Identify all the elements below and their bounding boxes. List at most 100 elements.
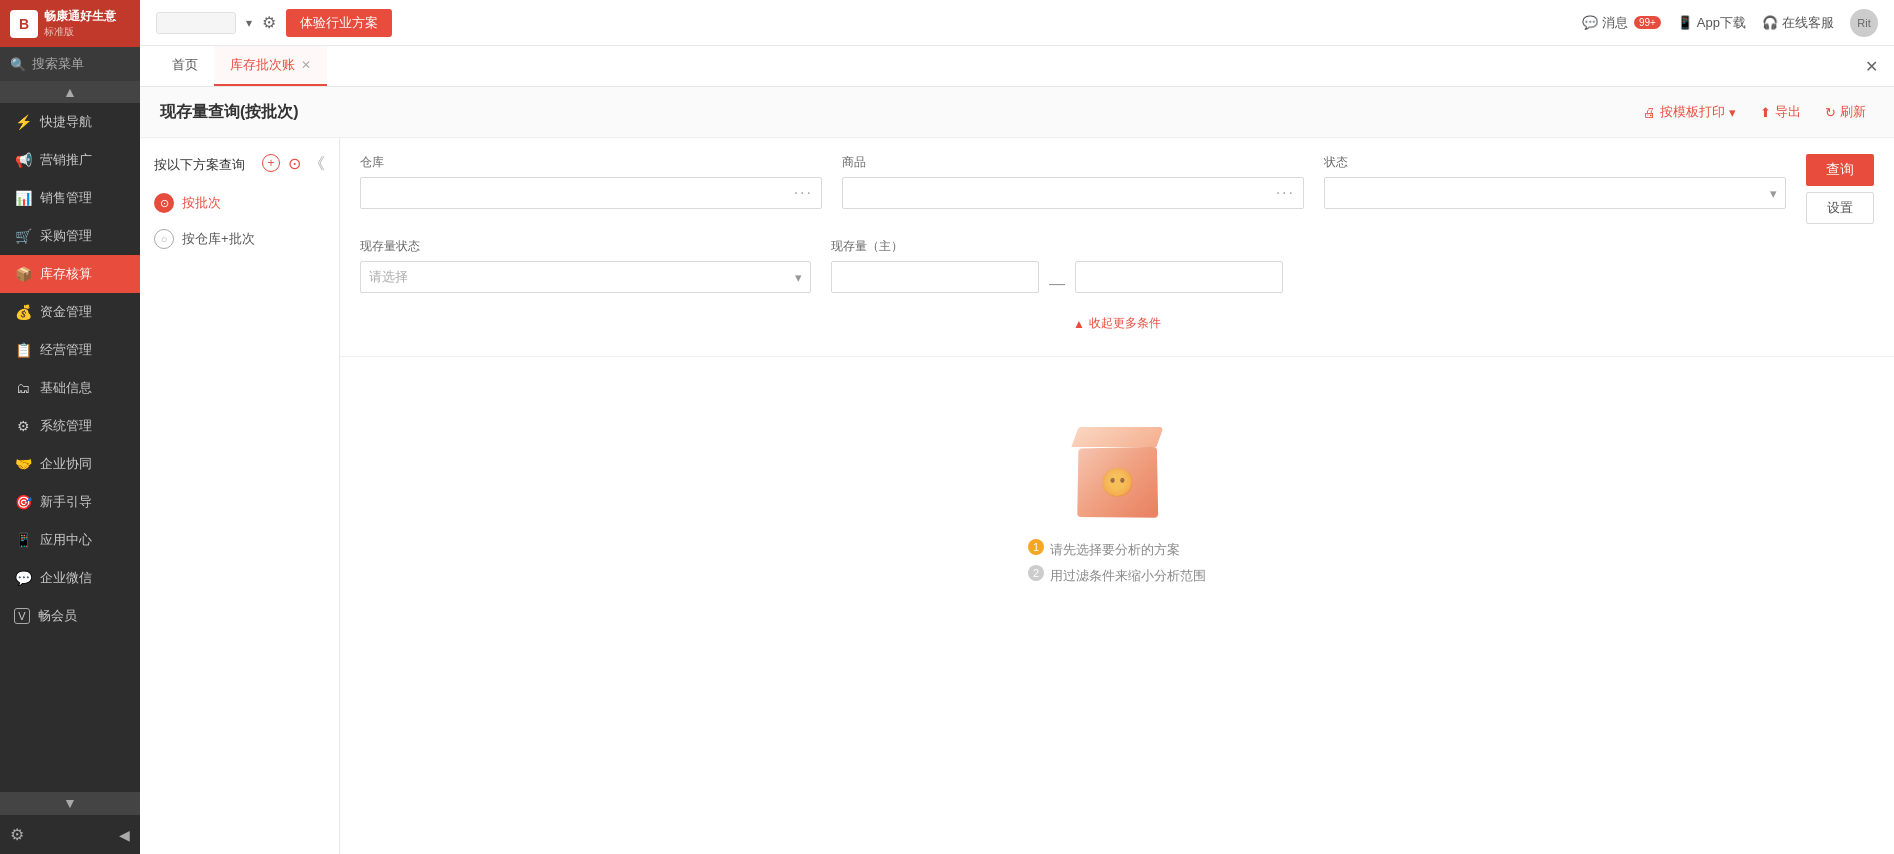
scheme-settings-icon[interactable]: ⊙ (288, 154, 301, 175)
sidebar-item-newbie[interactable]: 🎯 新手引导 (0, 483, 140, 521)
sidebar-item-label: 应用中心 (40, 531, 92, 549)
trial-button[interactable]: 体验行业方案 (286, 9, 392, 37)
tab-panel-close-button[interactable]: ✕ (1865, 57, 1878, 76)
filter-warehouse: 仓库 ··· (360, 154, 822, 209)
filter-inventory-status: 现存量状态 请选择 ▾ (360, 238, 811, 293)
export-label: 导出 (1775, 103, 1801, 121)
message-action[interactable]: 💬 消息 99+ (1582, 14, 1661, 32)
inventory-status-label: 现存量状态 (360, 238, 811, 255)
sidebar-item-label: 经营管理 (40, 341, 92, 359)
app-download-action[interactable]: 📱 App下载 (1677, 14, 1746, 32)
status-label: 状态 (1324, 154, 1786, 171)
sidebar-item-label: 资金管理 (40, 303, 92, 321)
page-title: 现存量查询(按批次) (160, 102, 299, 123)
product-label: 商品 (842, 154, 1304, 171)
settings-icon[interactable]: ⚙ (10, 825, 24, 844)
online-service-label: 在线客服 (1782, 14, 1834, 32)
user-avatar-action[interactable]: Rit (1850, 9, 1878, 37)
sidebar-item-label: 企业微信 (40, 569, 92, 587)
scheme-item-batch[interactable]: ⊙ 按批次 (140, 185, 339, 221)
wechat-icon: 💬 (14, 569, 32, 587)
finance-icon: 💰 (14, 303, 32, 321)
sidebar-item-operation[interactable]: 📋 经营管理 (0, 331, 140, 369)
scheme-item-warehouse-batch[interactable]: ○ 按仓库+批次 (140, 221, 339, 257)
inventory-status-select[interactable]: 请选择 ▾ (360, 261, 811, 293)
online-service-action[interactable]: 🎧 在线客服 (1762, 14, 1834, 32)
sidebar-scroll-up[interactable]: ▲ (0, 81, 140, 103)
inventory-qty-label: 现存量（主） (831, 238, 1039, 255)
sidebar-item-appstore[interactable]: 📱 应用中心 (0, 521, 140, 559)
sidebar-item-label: 畅会员 (38, 607, 77, 625)
inventory-qty-to[interactable] (1075, 261, 1283, 293)
app-download-label: App下载 (1697, 14, 1746, 32)
empty-tips: 1 请先选择要分析的方案 2 用过滤条件来缩小分析范围 (1028, 537, 1206, 589)
sidebar-item-system[interactable]: ⚙ 系统管理 (0, 407, 140, 445)
tip-item-1: 1 请先选择要分析的方案 (1028, 537, 1206, 563)
sidebar-item-wechat[interactable]: 💬 企业微信 (0, 559, 140, 597)
set-button[interactable]: 设置 (1806, 192, 1874, 224)
tab-home[interactable]: 首页 (156, 46, 214, 86)
newbie-icon: 🎯 (14, 493, 32, 511)
tip-text-2: 用过滤条件来缩小分析范围 (1050, 563, 1206, 589)
collapse-up-icon: ▲ (1073, 317, 1085, 331)
message-icon: 💬 (1582, 15, 1598, 30)
empty-illustration: 😶 (1057, 417, 1177, 517)
collapse-more-conditions-button[interactable]: ▲ 收起更多条件 (360, 307, 1874, 340)
tip-item-2: 2 用过滤条件来缩小分析范围 (1028, 563, 1206, 589)
sidebar-item-label: 基础信息 (40, 379, 92, 397)
filter-inventory-qty: 现存量（主） — (831, 238, 1282, 293)
app-logo: B (10, 10, 38, 38)
main-wrap: ▾ ⚙ 体验行业方案 💬 消息 99+ 📱 App下载 🎧 在线客服 Rit (140, 0, 1894, 854)
print-template-button[interactable]: 🖨 按模板打印 ▾ (1635, 99, 1744, 125)
status-select[interactable]: ▾ (1324, 177, 1786, 209)
sidebar-item-marketing[interactable]: 📢 营销推广 (0, 141, 140, 179)
gear-settings-button[interactable]: ⚙ (262, 13, 276, 32)
filter-row-2: 现存量状态 请选择 ▾ 现存量（主） (360, 238, 1874, 293)
sidebar-scroll-down[interactable]: ▼ (0, 792, 140, 814)
product-input[interactable]: ··· (842, 177, 1304, 209)
right-panel: 仓库 ··· 商品 ··· (340, 138, 1894, 854)
inventory-qty-from[interactable] (831, 261, 1039, 293)
app-edition: 标准版 (44, 25, 116, 39)
sidebar-item-enterprise[interactable]: 🤝 企业协同 (0, 445, 140, 483)
left-panel-title: 按以下方案查询 (154, 156, 245, 174)
warehouse-dots: ··· (794, 184, 813, 202)
left-panel-header: 按以下方案查询 + ⊙ 《 (140, 148, 339, 185)
tab-inventory-batch[interactable]: 库存批次账 ✕ (214, 46, 327, 86)
sidebar-item-finance[interactable]: 💰 资金管理 (0, 293, 140, 331)
scheme-warehouse-batch-label: 按仓库+批次 (182, 230, 255, 248)
sidebar-item-member[interactable]: V 畅会员 (0, 597, 140, 635)
sidebar-search[interactable]: 🔍 搜索菜单 (0, 47, 140, 81)
sidebar-item-basic[interactable]: 🗂 基础信息 (0, 369, 140, 407)
warehouse-input[interactable]: ··· (360, 177, 822, 209)
refresh-button[interactable]: ↻ 刷新 (1817, 99, 1874, 125)
query-button[interactable]: 查询 (1806, 154, 1874, 186)
inventory-status-placeholder: 请选择 (369, 268, 408, 286)
sidebar-item-label: 新手引导 (40, 493, 92, 511)
empty-state: 😶 1 请先选择要分析的方案 2 用过滤条件来缩小分析范围 (340, 357, 1894, 649)
dropdown-button[interactable]: ▾ (246, 16, 252, 30)
export-button[interactable]: ⬆ 导出 (1752, 99, 1809, 125)
product-dots: ··· (1276, 184, 1295, 202)
box-top-shape (1071, 427, 1163, 447)
collapse-label: 收起更多条件 (1089, 315, 1161, 332)
collapse-sidebar-icon[interactable]: ◀ (119, 827, 130, 843)
avatar: Rit (1850, 9, 1878, 37)
sidebar-item-sales[interactable]: 📊 销售管理 (0, 179, 140, 217)
collapse-left-panel-button[interactable]: 《 (309, 154, 325, 175)
tab-close-icon[interactable]: ✕ (301, 58, 311, 72)
breadcrumb-input[interactable] (156, 12, 236, 34)
sidebar-item-inventory[interactable]: 📦 库存核算 (0, 255, 140, 293)
add-scheme-button[interactable]: + (262, 154, 280, 172)
warehouse-label: 仓库 (360, 154, 822, 171)
sidebar-item-quick-nav[interactable]: ⚡ 快捷导航 (0, 103, 140, 141)
sidebar-item-label: 营销推广 (40, 151, 92, 169)
tip-num-1: 1 (1028, 539, 1044, 555)
sidebar-item-purchase[interactable]: 🛒 采购管理 (0, 217, 140, 255)
left-panel: 按以下方案查询 + ⊙ 《 ⊙ 按批次 ○ 按仓库+批次 (140, 138, 340, 854)
scheme-inactive-icon: ○ (154, 229, 174, 249)
header-actions: 💬 消息 99+ 📱 App下载 🎧 在线客服 Rit (1582, 9, 1878, 37)
sidebar-item-label: 采购管理 (40, 227, 92, 245)
message-label: 消息 (1602, 14, 1628, 32)
headset-icon: 🎧 (1762, 15, 1778, 30)
